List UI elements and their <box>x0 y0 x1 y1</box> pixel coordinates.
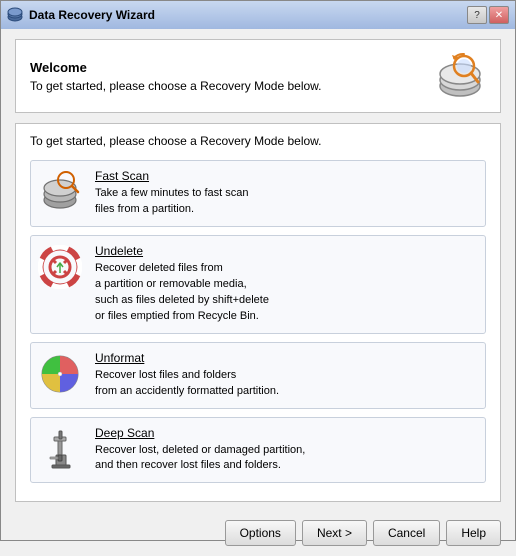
deep-scan-item[interactable]: Deep Scan Recover lost, deleted or damag… <box>30 417 486 484</box>
deep-scan-icon <box>37 426 83 472</box>
welcome-description: To get started, please choose a Recovery… <box>30 79 434 93</box>
unformat-icon <box>37 351 83 397</box>
title-bar: Data Recovery Wizard ? ✕ <box>1 1 515 29</box>
deep-scan-desc: Recover lost, deleted or damaged partiti… <box>95 443 479 475</box>
fast-scan-item[interactable]: Fast Scan Take a few minutes to fast sca… <box>30 160 486 227</box>
undelete-item[interactable]: Undelete Recover deleted files froma par… <box>30 235 486 334</box>
help-button[interactable]: ? <box>467 6 487 24</box>
unformat-text: Unformat Recover lost files and foldersf… <box>95 351 479 400</box>
unformat-desc: Recover lost files and foldersfrom an ac… <box>95 368 479 400</box>
main-window: Data Recovery Wizard ? ✕ Welcome To get … <box>0 0 516 541</box>
welcome-panel: Welcome To get started, please choose a … <box>15 39 501 113</box>
deep-scan-title: Deep Scan <box>95 426 479 440</box>
fast-scan-desc: Take a few minutes to fast scanfiles fro… <box>95 186 479 218</box>
welcome-text: Welcome To get started, please choose a … <box>30 60 434 93</box>
window-title: Data Recovery Wizard <box>29 8 461 22</box>
modes-area: To get started, please choose a Recovery… <box>15 123 501 502</box>
instruction-text: To get started, please choose a Recovery… <box>30 134 486 148</box>
fast-scan-title: Fast Scan <box>95 169 479 183</box>
unformat-title: Unformat <box>95 351 479 365</box>
options-button[interactable]: Options <box>225 520 296 546</box>
content-area: Welcome To get started, please choose a … <box>1 29 515 512</box>
wizard-icon <box>434 50 486 102</box>
next-button[interactable]: Next > <box>302 520 367 546</box>
undelete-desc: Recover deleted files froma partition or… <box>95 261 479 325</box>
title-icon <box>7 7 23 23</box>
deep-scan-text: Deep Scan Recover lost, deleted or damag… <box>95 426 479 475</box>
undelete-text: Undelete Recover deleted files froma par… <box>95 244 479 325</box>
cancel-button[interactable]: Cancel <box>373 520 440 546</box>
fast-scan-text: Fast Scan Take a few minutes to fast sca… <box>95 169 479 218</box>
window-controls: ? ✕ <box>467 6 509 24</box>
undelete-icon <box>37 244 83 290</box>
fast-scan-icon <box>37 169 83 215</box>
footer: Options Next > Cancel Help <box>1 512 515 556</box>
help-footer-button[interactable]: Help <box>446 520 501 546</box>
undelete-title: Undelete <box>95 244 479 258</box>
unformat-item[interactable]: Unformat Recover lost files and foldersf… <box>30 342 486 409</box>
close-button[interactable]: ✕ <box>489 6 509 24</box>
welcome-title: Welcome <box>30 60 434 75</box>
